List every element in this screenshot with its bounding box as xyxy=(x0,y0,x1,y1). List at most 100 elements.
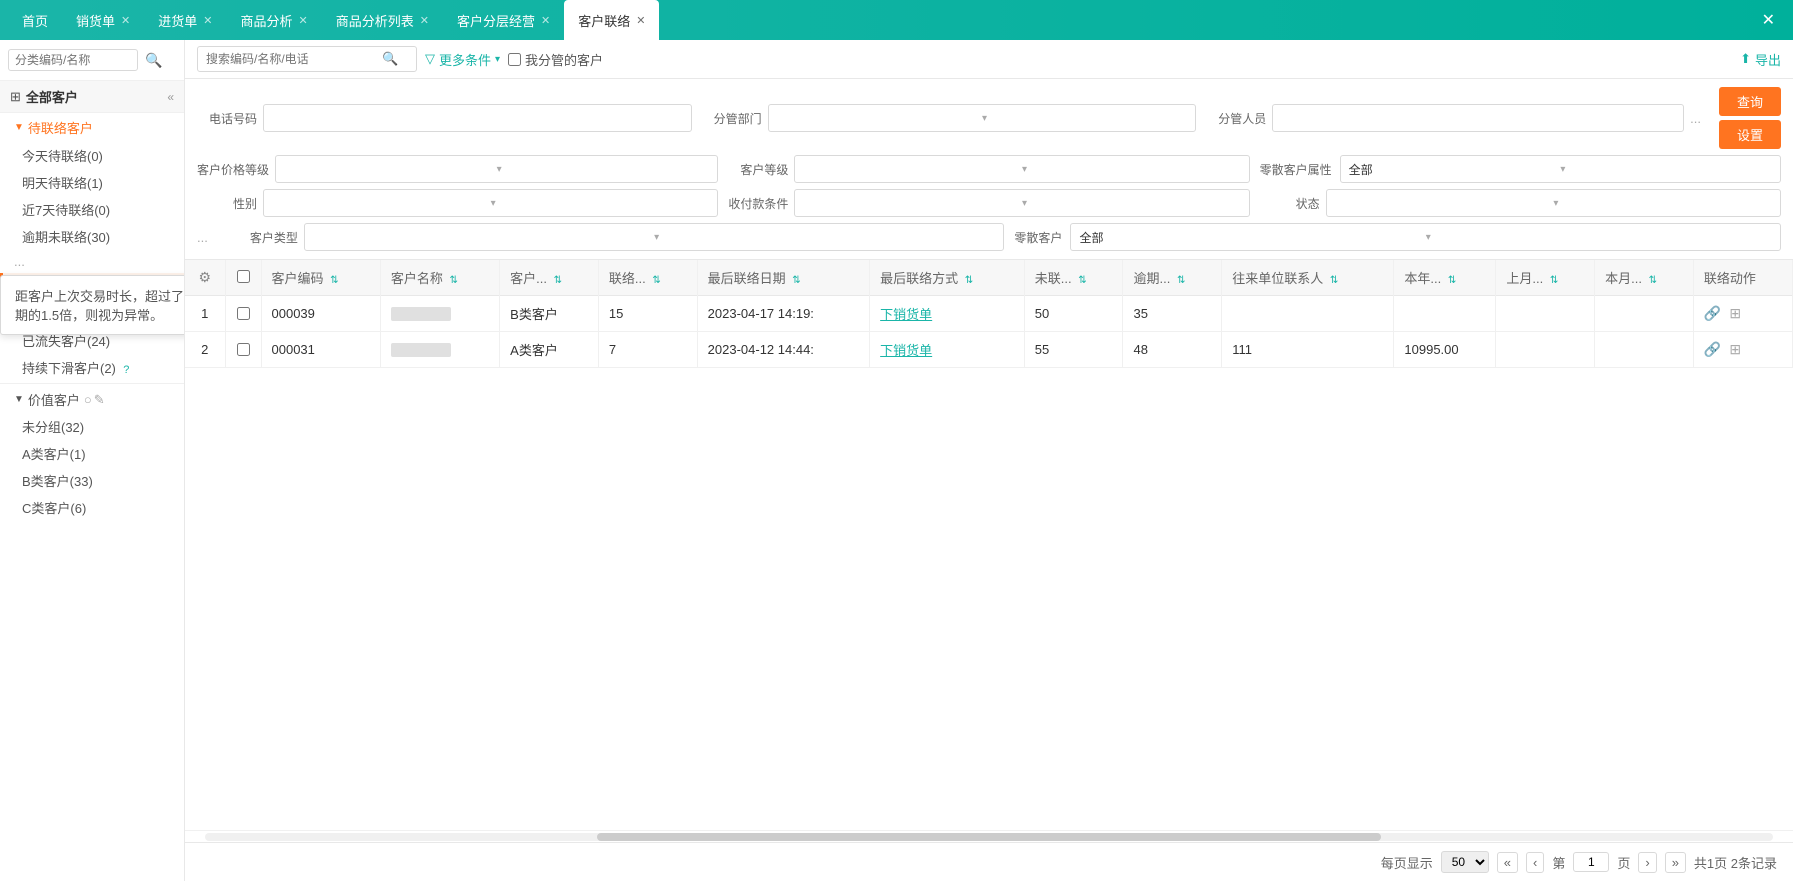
row1-link-icon[interactable]: 🔗 xyxy=(1704,305,1721,322)
retail-customer-select[interactable]: 全部 ▾ xyxy=(1070,223,1781,251)
th-code[interactable]: 客户编码 ⇅ xyxy=(261,260,380,296)
nav-analysis[interactable]: 商品分析 ✕ xyxy=(226,0,321,40)
row1-contact-way-link[interactable]: 下销货单 xyxy=(880,307,932,322)
nav-analysis-list-close[interactable]: ✕ xyxy=(420,14,429,27)
select-all-checkbox[interactable] xyxy=(237,270,250,283)
row1-name xyxy=(380,296,499,332)
search-input[interactable] xyxy=(206,52,376,66)
sidebar-value-group[interactable]: ▼ 价值客户 ○ ✎ xyxy=(0,386,184,413)
th-last-contact-way[interactable]: 最后联络方式 ⇅ xyxy=(870,260,1025,296)
value-edit-icon[interactable]: ○ xyxy=(84,392,92,407)
th-name[interactable]: 客户名称 ⇅ xyxy=(380,260,499,296)
value-edit-icon2[interactable]: ✎ xyxy=(94,392,105,408)
phone-text-input[interactable] xyxy=(272,111,683,125)
th-contact-count[interactable]: 联络... ⇅ xyxy=(598,260,697,296)
row1-last-contact-way[interactable]: 下销货单 xyxy=(870,296,1025,332)
sidebar-search-input[interactable] xyxy=(8,49,138,71)
sidebar-item-declining[interactable]: 持续下滑客户(2) ? xyxy=(0,354,184,381)
payment-select[interactable]: ▾ xyxy=(794,189,1249,217)
more-conditions-button[interactable]: ▽ 更多条件 ▾ xyxy=(425,50,500,69)
status-select[interactable]: ▾ xyxy=(1326,189,1781,217)
th-this-month[interactable]: 本月... ⇅ xyxy=(1595,260,1694,296)
scrollbar-track[interactable] xyxy=(205,833,1773,841)
sidebar-search-button[interactable]: 🔍 xyxy=(142,48,166,72)
gender-select[interactable]: ▾ xyxy=(263,189,718,217)
row1-actions: 🔗 ⊞ xyxy=(1693,296,1792,332)
manager-text-input[interactable] xyxy=(1281,111,1675,125)
sidebar-all-customers-header[interactable]: ⊞ 全部客户 « xyxy=(0,81,184,113)
row2-checkbox[interactable] xyxy=(237,343,250,356)
th-uncontact[interactable]: 未联... ⇅ xyxy=(1024,260,1123,296)
row2-this-year: 10995.00 xyxy=(1394,332,1496,368)
per-page-select[interactable]: 50 xyxy=(1441,851,1489,873)
th-this-year[interactable]: 本年... ⇅ xyxy=(1394,260,1496,296)
th-type[interactable]: 客户... ⇅ xyxy=(500,260,599,296)
sort-this-year-icon: ⇅ xyxy=(1448,275,1456,286)
row2-last-contact-way[interactable]: 下销货单 xyxy=(870,332,1025,368)
manager-input[interactable] xyxy=(1272,104,1684,132)
th-overdue-label: 逾期... xyxy=(1133,271,1170,286)
row2-grid-icon[interactable]: ⊞ xyxy=(1729,341,1741,358)
nav-purchase-close[interactable]: ✕ xyxy=(203,14,212,27)
nav-customer-segment-close[interactable]: ✕ xyxy=(541,14,550,27)
price-level-select[interactable]: ▾ xyxy=(275,155,718,183)
sidebar-item-class-b[interactable]: B类客户(33) xyxy=(0,467,184,494)
settings-button[interactable]: 设置 xyxy=(1719,120,1781,149)
row1-grid-icon[interactable]: ⊞ xyxy=(1729,305,1741,322)
row2-check[interactable] xyxy=(225,332,261,368)
nav-analysis-close[interactable]: ✕ xyxy=(299,14,308,27)
last-page-button[interactable]: » xyxy=(1665,852,1686,873)
manager-more-icon[interactable]: ... xyxy=(1690,111,1701,126)
sidebar-item-unclassified[interactable]: 未分组(32) xyxy=(0,413,184,440)
th-gear[interactable]: ⚙ xyxy=(185,260,225,296)
table-header-row: ⚙ 客户编码 ⇅ 客户名称 ⇅ xyxy=(185,260,1793,296)
prev-page-button[interactable]: ‹ xyxy=(1526,852,1544,873)
th-last-contact-date[interactable]: 最后联络日期 ⇅ xyxy=(697,260,870,296)
nav-customer-contact[interactable]: 客户联络 ✕ xyxy=(564,0,659,40)
retail-attr-select[interactable]: 全部 ▾ xyxy=(1340,155,1781,183)
nav-sales-close[interactable]: ✕ xyxy=(121,14,130,27)
nav-customer-contact-close[interactable]: ✕ xyxy=(636,14,645,27)
table-row: 1 000039 B类客户 xyxy=(185,296,1793,332)
close-all-button[interactable]: ✕ xyxy=(1752,10,1785,30)
next-page-button[interactable]: › xyxy=(1638,852,1656,873)
row1-check[interactable] xyxy=(225,296,261,332)
nav-customer-segment[interactable]: 客户分层经营 ✕ xyxy=(443,0,564,40)
th-overdue[interactable]: 逾期... ⇅ xyxy=(1123,260,1222,296)
customer-type-select[interactable]: ▾ xyxy=(304,223,1005,251)
sidebar-item-today[interactable]: 今天待联络(0) xyxy=(0,142,184,169)
sidebar-item-7days[interactable]: 近7天待联络(0) xyxy=(0,196,184,223)
chevron-down-icon: ▾ xyxy=(495,54,500,65)
department-select[interactable]: ▾ xyxy=(768,104,1197,132)
export-button[interactable]: ⬆ 导出 xyxy=(1740,50,1781,69)
first-page-button[interactable]: « xyxy=(1497,852,1518,873)
sidebar-item-class-a[interactable]: A类客户(1) xyxy=(0,440,184,467)
horizontal-scrollbar[interactable] xyxy=(185,830,1793,842)
scrollbar-thumb[interactable] xyxy=(597,833,1381,841)
sidebar-pending-group[interactable]: ▼ 待联络客户 xyxy=(0,113,184,142)
sidebar-item-class-c[interactable]: C类客户(6) xyxy=(0,494,184,521)
row2-contact-way-link[interactable]: 下销货单 xyxy=(880,343,932,358)
more-link[interactable]: ... xyxy=(197,230,208,245)
th-last-month[interactable]: 上月... ⇅ xyxy=(1496,260,1595,296)
my-customers-filter[interactable]: 我分管的客户 xyxy=(508,50,603,69)
sidebar-item-tomorrow[interactable]: 明天待联络(1) xyxy=(0,169,184,196)
phone-input[interactable] xyxy=(263,104,692,132)
nav-sales[interactable]: 销货单 ✕ xyxy=(62,0,144,40)
nav-home[interactable]: 首页 xyxy=(8,0,62,40)
sidebar-collapse-icon[interactable]: « xyxy=(167,90,174,104)
sidebar-item-overdue[interactable]: 逾期未联络(30) xyxy=(0,223,184,250)
th-contact-person[interactable]: 往来单位联系人 ⇅ xyxy=(1222,260,1394,296)
current-page-input[interactable] xyxy=(1573,852,1609,872)
row2-link-icon[interactable]: 🔗 xyxy=(1704,341,1721,358)
row2-contact-count: 7 xyxy=(598,332,697,368)
my-customers-checkbox[interactable] xyxy=(508,53,521,66)
query-button[interactable]: 查询 xyxy=(1719,87,1781,116)
nav-purchase[interactable]: 进货单 ✕ xyxy=(144,0,226,40)
sidebar-pending-more[interactable]: ... xyxy=(0,250,184,273)
nav-analysis-list[interactable]: 商品分析列表 ✕ xyxy=(322,0,443,40)
row1-checkbox[interactable] xyxy=(237,307,250,320)
row2-last-month xyxy=(1496,332,1595,368)
customer-level-select[interactable]: ▾ xyxy=(794,155,1249,183)
gear-settings-icon[interactable]: ⚙ xyxy=(198,269,211,285)
